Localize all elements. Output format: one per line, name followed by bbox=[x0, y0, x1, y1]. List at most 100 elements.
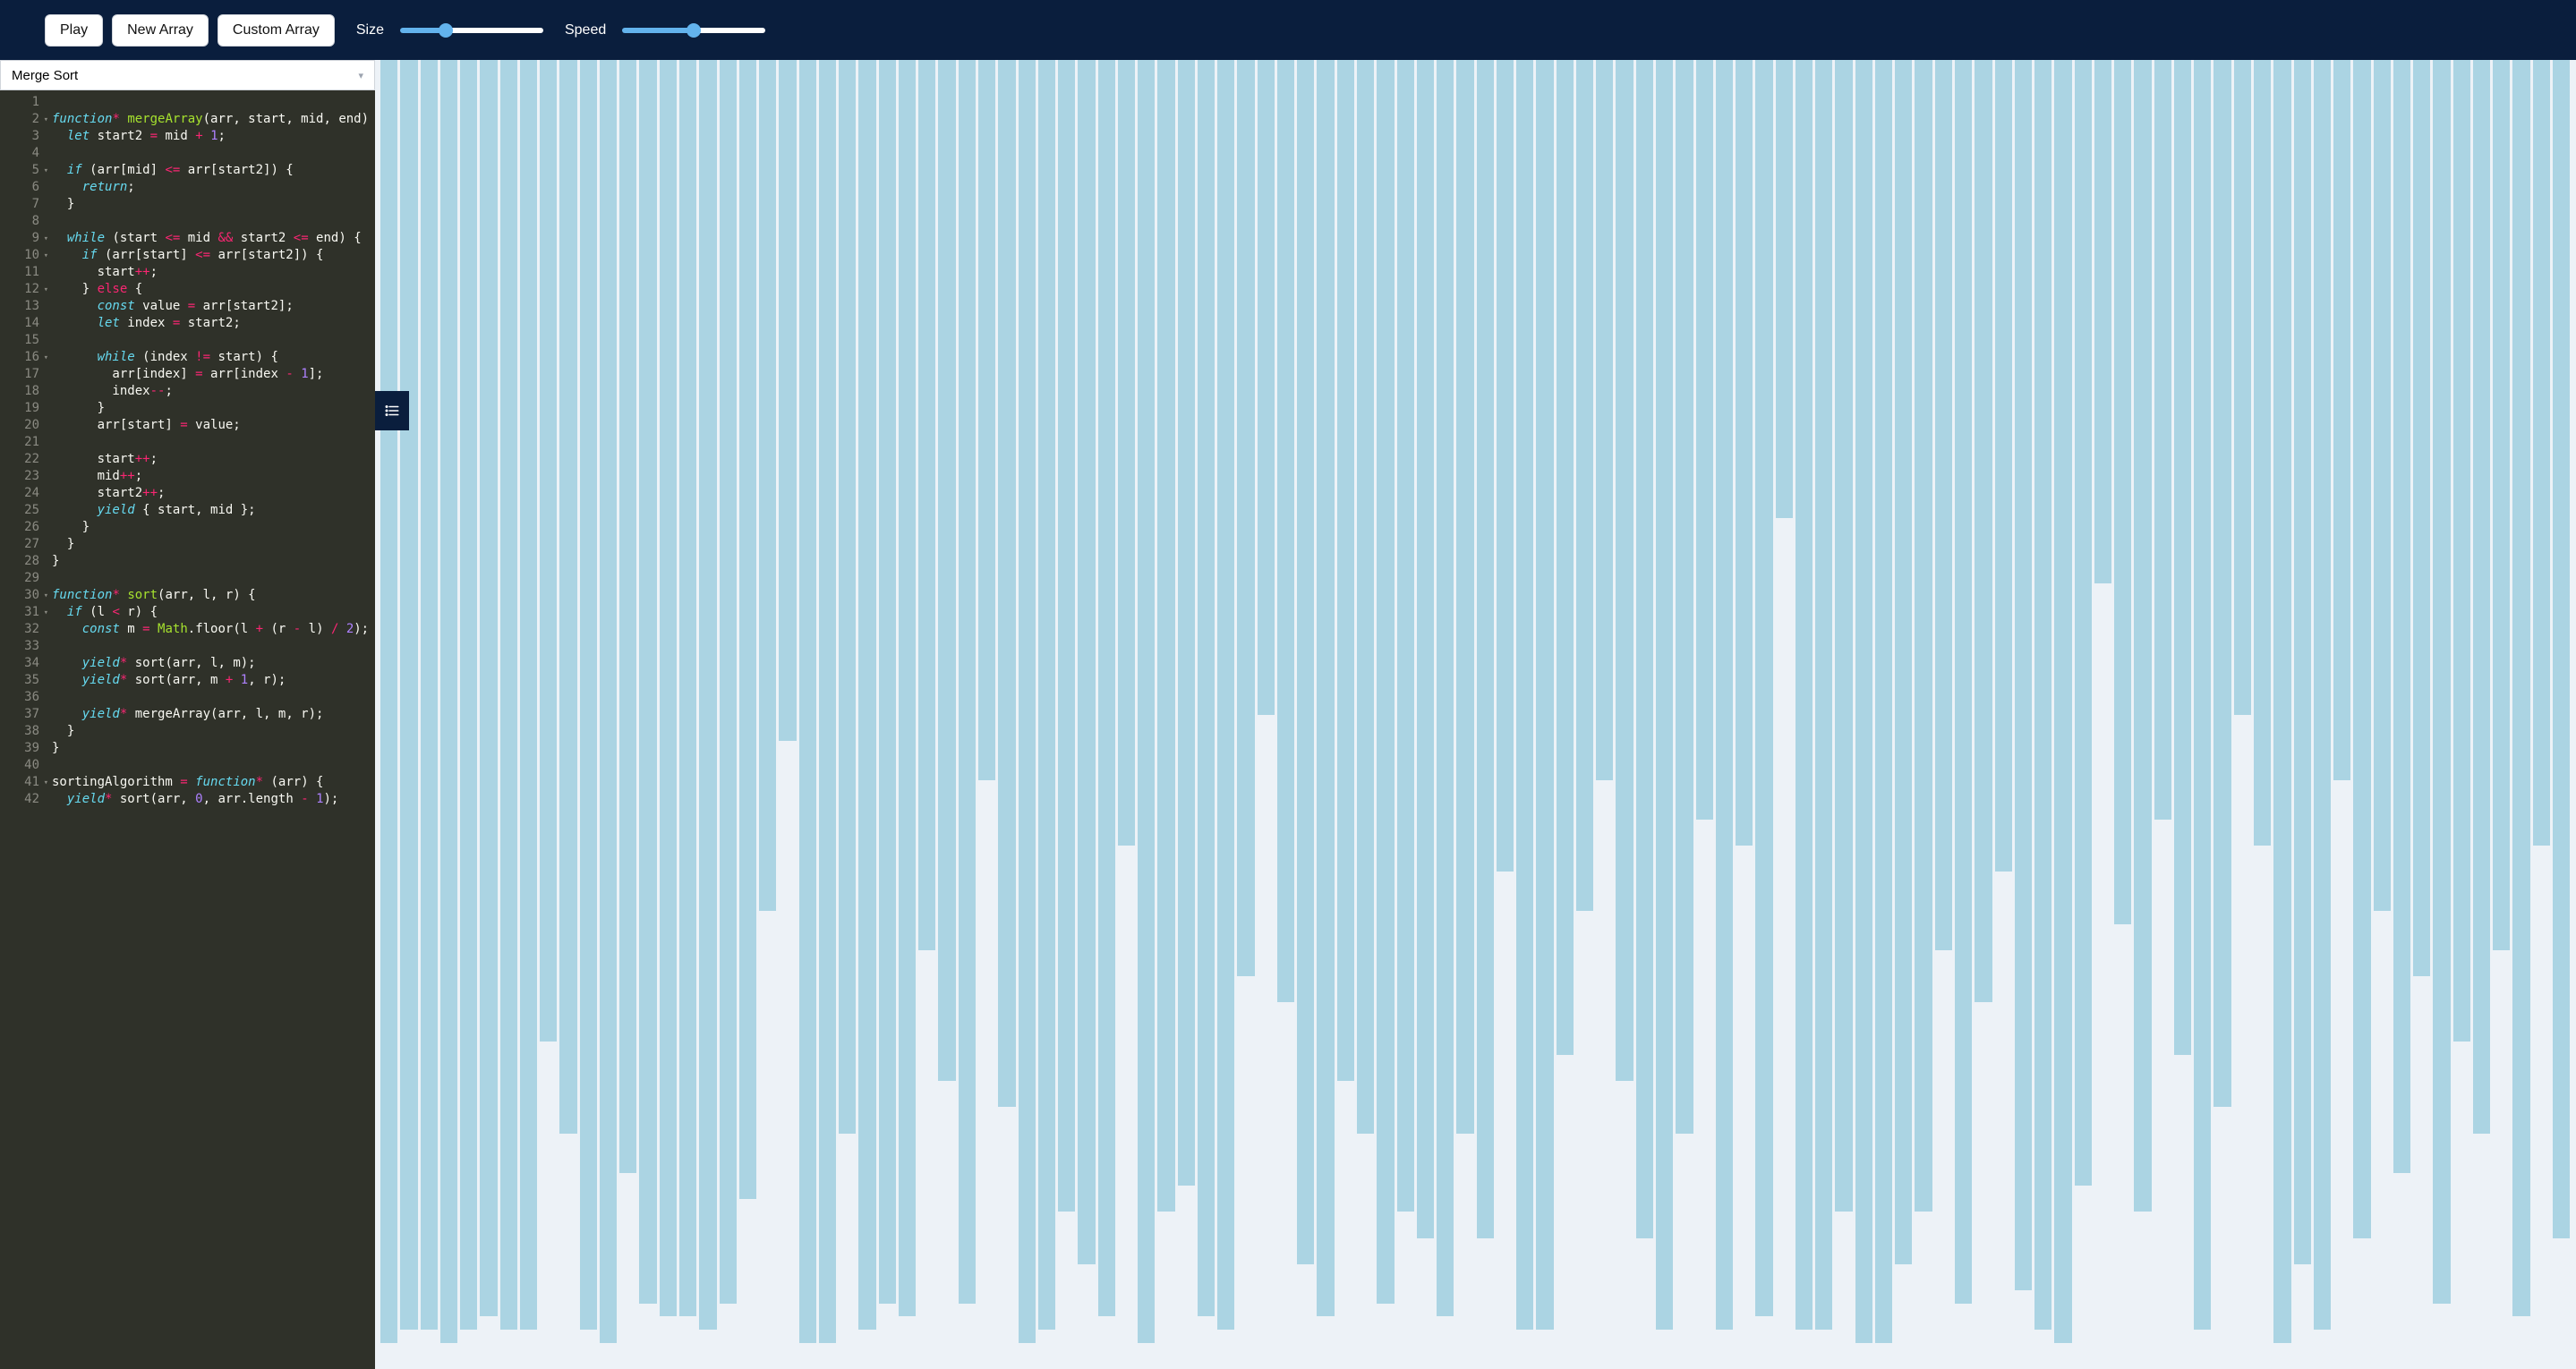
code-line bbox=[52, 145, 368, 162]
array-bar bbox=[2374, 60, 2391, 911]
array-bar bbox=[1118, 60, 1135, 846]
line-number: 3 bbox=[4, 128, 39, 145]
array-bar bbox=[978, 60, 995, 780]
line-number: 7 bbox=[4, 196, 39, 213]
array-bar bbox=[1796, 60, 1813, 1330]
fold-icon[interactable]: ▾ bbox=[44, 588, 48, 605]
array-bar bbox=[2393, 60, 2410, 1173]
array-bar bbox=[1297, 60, 1314, 1264]
fold-icon[interactable]: ▾ bbox=[44, 605, 48, 622]
algorithm-selected-label: Merge Sort bbox=[12, 68, 78, 83]
custom-array-button[interactable]: Custom Array bbox=[218, 14, 335, 47]
line-number: 24 bbox=[4, 485, 39, 502]
speed-slider[interactable] bbox=[622, 28, 765, 33]
code-line: start2++; bbox=[52, 485, 368, 502]
toggle-panel-button[interactable] bbox=[375, 391, 409, 430]
array-bar bbox=[1596, 60, 1613, 780]
array-bar bbox=[1676, 60, 1693, 1134]
code-line: arr[start] = value; bbox=[52, 417, 368, 434]
code-content: function* mergeArray(arr, start, mid, en… bbox=[45, 90, 375, 1369]
chevron-down-icon: ▾ bbox=[358, 70, 363, 81]
code-line: } else { bbox=[52, 281, 368, 298]
array-bar bbox=[1616, 60, 1633, 1081]
line-number: 35 bbox=[4, 672, 39, 689]
array-bar bbox=[1776, 60, 1793, 518]
fold-icon[interactable]: ▾ bbox=[44, 350, 48, 367]
line-number: 17 bbox=[4, 366, 39, 383]
line-number: 39 bbox=[4, 740, 39, 757]
line-number: 30▾ bbox=[4, 587, 39, 604]
line-number: 21 bbox=[4, 434, 39, 451]
code-line: } bbox=[52, 553, 368, 570]
array-bar bbox=[1237, 60, 1254, 976]
array-bar bbox=[1357, 60, 1374, 1134]
array-bar bbox=[2413, 60, 2430, 976]
array-bar bbox=[1456, 60, 1473, 1134]
code-line: mid++; bbox=[52, 468, 368, 485]
array-bar bbox=[559, 60, 576, 1134]
fold-icon[interactable]: ▾ bbox=[44, 775, 48, 792]
line-number: 28 bbox=[4, 553, 39, 570]
array-bar bbox=[1895, 60, 1912, 1264]
array-bar bbox=[1178, 60, 1195, 1186]
fold-icon[interactable]: ▾ bbox=[44, 282, 48, 299]
visualization-area bbox=[375, 60, 2576, 1369]
line-number: 23 bbox=[4, 468, 39, 485]
array-bar bbox=[1078, 60, 1095, 1264]
fold-icon[interactable]: ▾ bbox=[44, 248, 48, 265]
line-number: 38 bbox=[4, 723, 39, 740]
list-icon bbox=[384, 403, 400, 419]
fold-icon[interactable]: ▾ bbox=[44, 231, 48, 248]
line-number: 5▾ bbox=[4, 162, 39, 179]
array-bar bbox=[2213, 60, 2231, 1107]
fold-icon[interactable]: ▾ bbox=[44, 163, 48, 180]
algorithm-select[interactable]: Merge Sort ▾ bbox=[0, 60, 375, 90]
array-bar bbox=[600, 60, 617, 1343]
array-bar bbox=[2533, 60, 2550, 846]
code-line bbox=[52, 213, 368, 230]
code-editor[interactable]: 12▾345▾6789▾10▾1112▾13141516▾17181920212… bbox=[0, 90, 375, 1369]
array-bar bbox=[1258, 60, 1275, 715]
top-toolbar: Play New Array Custom Array Size Speed bbox=[0, 0, 2576, 60]
new-array-button[interactable]: New Array bbox=[112, 14, 209, 47]
array-bar bbox=[2314, 60, 2331, 1330]
array-bar bbox=[918, 60, 935, 950]
array-bar bbox=[2353, 60, 2370, 1238]
line-number: 8 bbox=[4, 213, 39, 230]
play-button[interactable]: Play bbox=[45, 14, 103, 47]
code-line: } bbox=[52, 723, 368, 740]
line-number: 15 bbox=[4, 332, 39, 349]
array-bar bbox=[739, 60, 756, 1199]
array-bar bbox=[380, 60, 397, 1343]
array-bar bbox=[660, 60, 677, 1316]
fold-icon[interactable]: ▾ bbox=[44, 112, 48, 129]
array-bar bbox=[1995, 60, 2012, 872]
array-bar bbox=[998, 60, 1015, 1107]
array-bar bbox=[679, 60, 696, 1316]
array-bar bbox=[2114, 60, 2131, 924]
array-bar bbox=[899, 60, 916, 1316]
array-bar bbox=[2194, 60, 2211, 1330]
array-bar bbox=[1636, 60, 1653, 1238]
array-bar bbox=[619, 60, 636, 1173]
line-number: 16▾ bbox=[4, 349, 39, 366]
array-bar bbox=[2234, 60, 2251, 715]
array-bar bbox=[1417, 60, 1434, 1238]
array-bar bbox=[1955, 60, 1972, 1304]
array-bar bbox=[839, 60, 856, 1134]
line-number: 14 bbox=[4, 315, 39, 332]
array-bar bbox=[2473, 60, 2490, 1134]
line-number: 2▾ bbox=[4, 111, 39, 128]
array-bar bbox=[1337, 60, 1354, 1081]
code-line bbox=[52, 689, 368, 706]
array-bar bbox=[639, 60, 656, 1304]
array-bar bbox=[2512, 60, 2529, 1316]
code-line bbox=[52, 638, 368, 655]
array-bar bbox=[1157, 60, 1174, 1212]
array-bar bbox=[1098, 60, 1115, 1316]
array-bar bbox=[1317, 60, 1334, 1316]
code-line: } bbox=[52, 400, 368, 417]
line-number: 22 bbox=[4, 451, 39, 468]
size-slider[interactable] bbox=[400, 28, 543, 33]
array-bar bbox=[460, 60, 477, 1330]
